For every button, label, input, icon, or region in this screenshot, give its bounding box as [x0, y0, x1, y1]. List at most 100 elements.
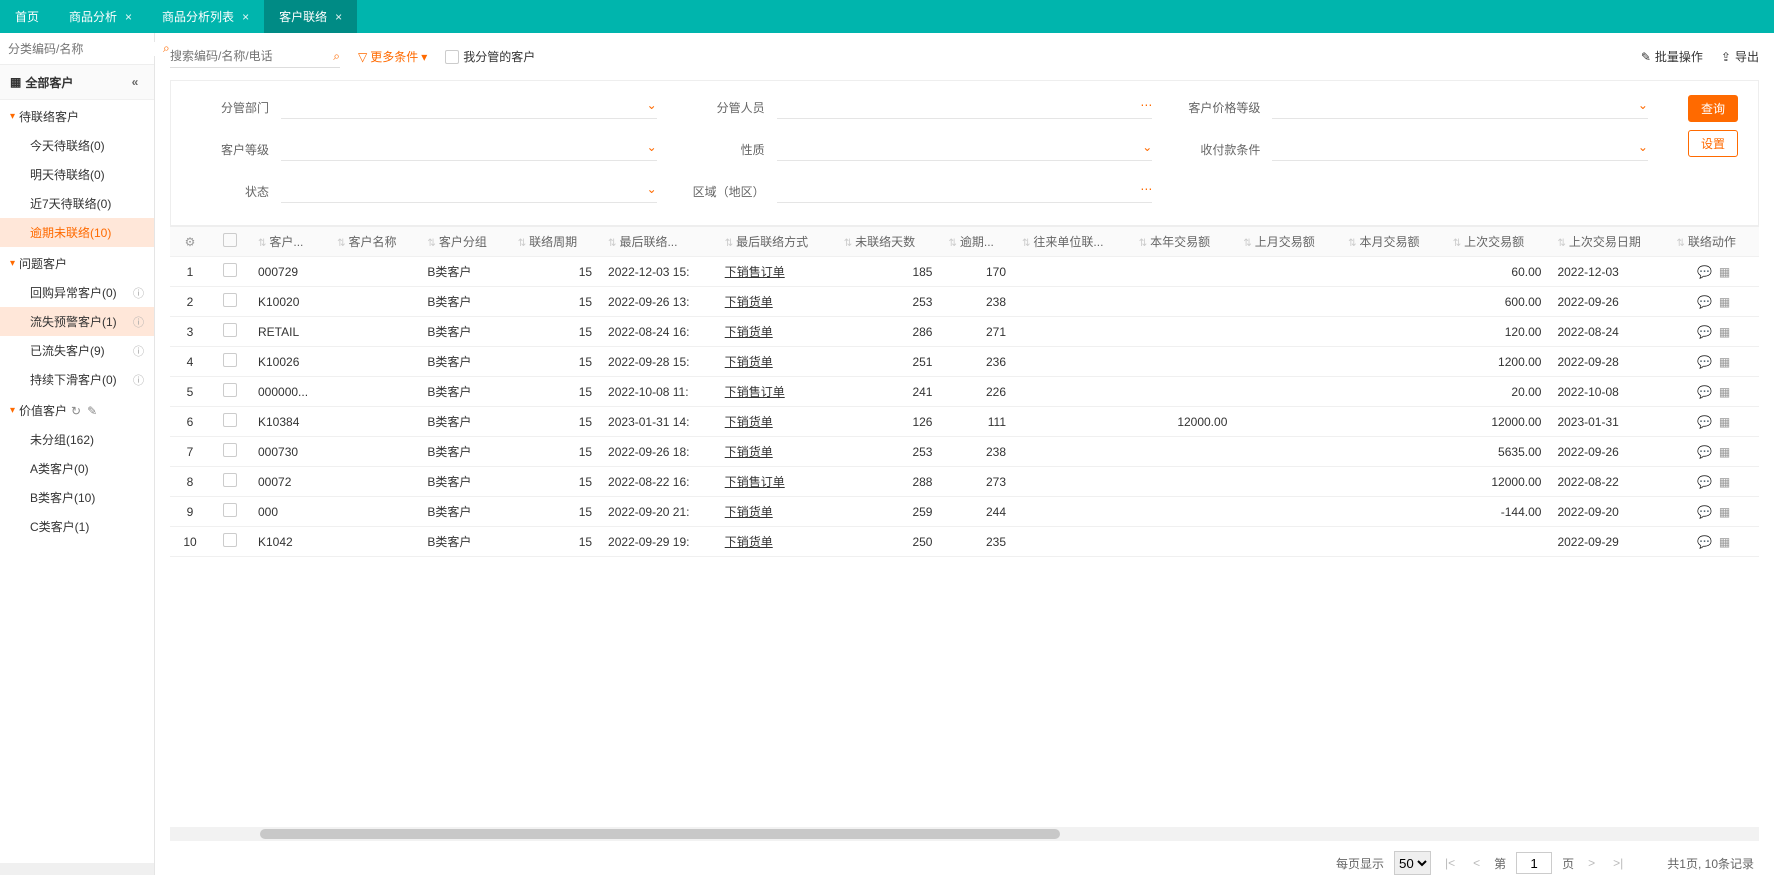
- table-row[interactable]: 4K10026B类客户152022-09-28 15:下销货单251236120…: [170, 347, 1759, 377]
- qr-icon[interactable]: ▦: [1719, 475, 1730, 489]
- contact-method-link[interactable]: 下销货单: [725, 325, 773, 339]
- tree-item[interactable]: 未分组(162): [0, 425, 154, 454]
- checkbox-icon[interactable]: [223, 473, 237, 487]
- table-row[interactable]: 1000729B类客户152022-12-03 15:下销售订单18517060…: [170, 257, 1759, 287]
- info-icon[interactable]: ⓘ: [133, 343, 144, 359]
- chevron-down-icon[interactable]: ⌄: [1638, 98, 1648, 112]
- checkbox-icon[interactable]: [223, 503, 237, 517]
- qr-icon[interactable]: ▦: [1719, 415, 1730, 429]
- tab-客户联络[interactable]: 客户联络×: [264, 0, 357, 33]
- last-page-button[interactable]: >|: [1609, 856, 1627, 870]
- table-column-header[interactable]: 本年交易额: [1131, 227, 1236, 257]
- qr-icon[interactable]: ▦: [1719, 325, 1730, 339]
- tree-item[interactable]: 持续下滑客户(0)ⓘ: [0, 365, 154, 394]
- search-icon[interactable]: ⌕: [333, 49, 340, 64]
- checkbox-icon[interactable]: [223, 233, 237, 247]
- contact-method-link[interactable]: 下销售订单: [725, 265, 785, 279]
- table-column-header[interactable]: 客户名称: [329, 227, 419, 257]
- filter-input[interactable]: ⋯: [777, 95, 1153, 119]
- contact-method-link[interactable]: 下销售订单: [725, 385, 785, 399]
- table-column-header[interactable]: 联络周期: [510, 227, 600, 257]
- table-column-header[interactable]: [210, 227, 250, 257]
- chevron-down-icon[interactable]: ⌄: [647, 140, 657, 154]
- chat-icon[interactable]: 💬: [1697, 535, 1712, 549]
- table-row[interactable]: 2K10020B类客户152022-09-26 13:下销货单253238600…: [170, 287, 1759, 317]
- table-column-header[interactable]: 未联络天数: [836, 227, 941, 257]
- table-column-header[interactable]: 客户...: [250, 227, 329, 257]
- qr-icon[interactable]: ▦: [1719, 535, 1730, 549]
- close-icon[interactable]: ×: [335, 10, 342, 24]
- table-column-header[interactable]: 上次交易日期: [1549, 227, 1668, 257]
- prev-page-button[interactable]: <: [1469, 856, 1484, 870]
- my-customers-checkbox[interactable]: 我分管的客户: [445, 48, 535, 65]
- chevron-down-icon[interactable]: ⌄: [647, 182, 657, 196]
- page-input[interactable]: [1516, 852, 1552, 874]
- scrollbar-thumb[interactable]: [260, 829, 1060, 839]
- checkbox-icon[interactable]: [223, 413, 237, 427]
- sidebar-bottom-scroll[interactable]: [0, 863, 154, 875]
- tree-item[interactable]: 近7天待联络(0): [0, 189, 154, 218]
- collapse-icon[interactable]: «: [126, 73, 144, 91]
- contact-method-link[interactable]: 下销货单: [725, 535, 773, 549]
- checkbox-icon[interactable]: [223, 293, 237, 307]
- tree-group[interactable]: ▾待联络客户: [0, 100, 154, 131]
- filter-input[interactable]: ⌄: [1272, 137, 1648, 161]
- checkbox-icon[interactable]: [223, 263, 237, 277]
- table-column-header[interactable]: 往来单位联...: [1014, 227, 1131, 257]
- contact-method-link[interactable]: 下销货单: [725, 355, 773, 369]
- table-column-header[interactable]: 逾期...: [940, 227, 1014, 257]
- filter-input[interactable]: ⋯: [777, 179, 1153, 203]
- more-icon[interactable]: ⋯: [1140, 98, 1152, 112]
- chevron-down-icon[interactable]: ⌄: [647, 98, 657, 112]
- export-button[interactable]: ⇪ 导出: [1721, 48, 1759, 65]
- tree-item[interactable]: A类客户(0): [0, 454, 154, 483]
- contact-method-link[interactable]: 下销货单: [725, 415, 773, 429]
- tab-首页[interactable]: 首页: [0, 0, 54, 33]
- tree-item[interactable]: 已流失客户(9)ⓘ: [0, 336, 154, 365]
- tree-item[interactable]: 今天待联络(0): [0, 131, 154, 160]
- table-row[interactable]: 6K10384B类客户152023-01-31 14:下销货单126111120…: [170, 407, 1759, 437]
- info-icon[interactable]: ⓘ: [133, 285, 144, 301]
- tree-group[interactable]: ▾问题客户: [0, 247, 154, 278]
- qr-icon[interactable]: ▦: [1719, 265, 1730, 279]
- table-column-header[interactable]: 上次交易额: [1445, 227, 1550, 257]
- table-column-header[interactable]: 本月交易额: [1340, 227, 1445, 257]
- chevron-down-icon[interactable]: ⌄: [1142, 140, 1152, 154]
- table-row[interactable]: 7000730B类客户152022-09-26 18:下销货单253238563…: [170, 437, 1759, 467]
- filter-input[interactable]: ⌄: [281, 137, 657, 161]
- chat-icon[interactable]: 💬: [1697, 505, 1712, 519]
- qr-icon[interactable]: ▦: [1719, 295, 1730, 309]
- tree-item[interactable]: 回购异常客户(0)ⓘ: [0, 278, 154, 307]
- query-button[interactable]: 查询: [1688, 95, 1738, 122]
- tree-item[interactable]: 流失预警客户(1)ⓘ: [0, 307, 154, 336]
- first-page-button[interactable]: |<: [1441, 856, 1459, 870]
- refresh-icon[interactable]: ↻: [71, 404, 81, 418]
- chat-icon[interactable]: 💬: [1697, 355, 1712, 369]
- contact-method-link[interactable]: 下销售订单: [725, 475, 785, 489]
- checkbox-icon[interactable]: [223, 533, 237, 547]
- gear-icon[interactable]: ⚙: [185, 235, 196, 249]
- close-icon[interactable]: ×: [125, 10, 132, 24]
- sidebar-header[interactable]: ▦ 全部客户 «: [0, 65, 154, 100]
- settings-button[interactable]: 设置: [1688, 130, 1738, 157]
- tree-item[interactable]: C类客户(1): [0, 512, 154, 541]
- tab-商品分析列表[interactable]: 商品分析列表×: [147, 0, 264, 33]
- contact-method-link[interactable]: 下销货单: [725, 445, 773, 459]
- table-column-header[interactable]: 上月交易额: [1235, 227, 1340, 257]
- table-row[interactable]: 800072B类客户152022-08-22 16:下销售订单288273120…: [170, 467, 1759, 497]
- checkbox-icon[interactable]: [223, 323, 237, 337]
- chat-icon[interactable]: 💬: [1697, 265, 1712, 279]
- batch-ops-button[interactable]: ✎ 批量操作: [1641, 48, 1703, 65]
- table-row[interactable]: 5000000...B类客户152022-10-08 11:下销售订单24122…: [170, 377, 1759, 407]
- table-column-header[interactable]: 最后联络...: [600, 227, 717, 257]
- qr-icon[interactable]: ▦: [1719, 445, 1730, 459]
- chat-icon[interactable]: 💬: [1697, 295, 1712, 309]
- chat-icon[interactable]: 💬: [1697, 445, 1712, 459]
- next-page-button[interactable]: >: [1584, 856, 1599, 870]
- info-icon[interactable]: ⓘ: [133, 372, 144, 388]
- qr-icon[interactable]: ▦: [1719, 355, 1730, 369]
- qr-icon[interactable]: ▦: [1719, 505, 1730, 519]
- table-column-header[interactable]: 客户分组: [419, 227, 509, 257]
- table-row[interactable]: 10K1042B类客户152022-09-29 19:下销货单250235202…: [170, 527, 1759, 557]
- chat-icon[interactable]: 💬: [1697, 475, 1712, 489]
